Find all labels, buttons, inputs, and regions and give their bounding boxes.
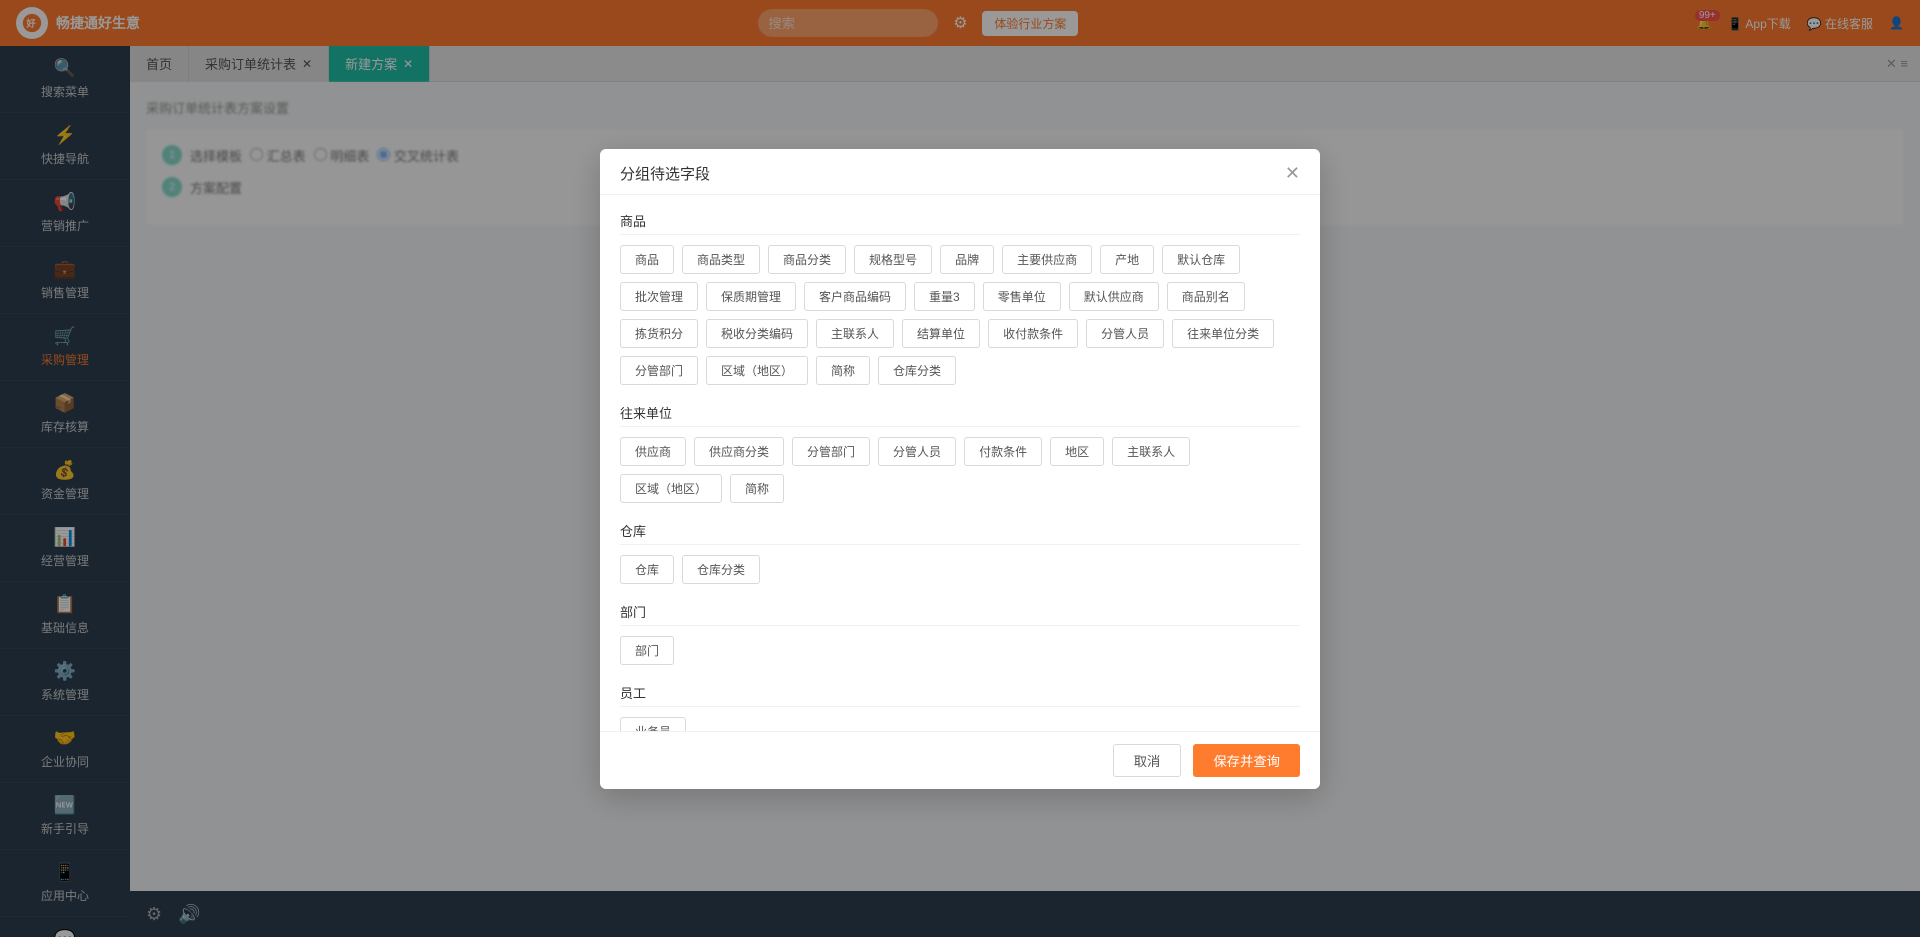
confirm-button[interactable]: 保存并查询 <box>1193 744 1300 777</box>
field-tag-0-1[interactable]: 商品类型 <box>682 245 760 274</box>
field-tags-0: 商品商品类型商品分类规格型号品牌主要供应商产地默认仓库批次管理保质期管理客户商品… <box>620 245 1300 385</box>
field-tag-0-5[interactable]: 主要供应商 <box>1002 245 1092 274</box>
modal-header: 分组待选字段 ✕ <box>600 149 1320 195</box>
field-select-modal: 分组待选字段 ✕ 商品商品商品类型商品分类规格型号品牌主要供应商产地默认仓库批次… <box>600 149 1320 789</box>
field-tag-0-4[interactable]: 品牌 <box>940 245 994 274</box>
section-title-1: 往来单位 <box>620 403 1300 427</box>
field-tag-0-0[interactable]: 商品 <box>620 245 674 274</box>
field-tag-1-3[interactable]: 分管人员 <box>878 437 956 466</box>
modal-footer: 取消 保存并查询 <box>600 731 1320 789</box>
section-title-3: 部门 <box>620 602 1300 626</box>
field-tag-3-0[interactable]: 部门 <box>620 636 674 665</box>
field-tag-1-8[interactable]: 简称 <box>730 474 784 503</box>
field-section-2: 仓库仓库仓库分类 <box>620 521 1300 584</box>
field-tag-0-15[interactable]: 拣货积分 <box>620 319 698 348</box>
field-section-3: 部门部门 <box>620 602 1300 665</box>
field-tag-0-13[interactable]: 默认供应商 <box>1069 282 1159 311</box>
field-tag-0-6[interactable]: 产地 <box>1100 245 1154 274</box>
field-tag-0-10[interactable]: 客户商品编码 <box>804 282 906 311</box>
field-tags-2: 仓库仓库分类 <box>620 555 1300 584</box>
field-tag-0-2[interactable]: 商品分类 <box>768 245 846 274</box>
field-tag-2-0[interactable]: 仓库 <box>620 555 674 584</box>
section-title-2: 仓库 <box>620 521 1300 545</box>
field-tags-3: 部门 <box>620 636 1300 665</box>
field-tag-0-24[interactable]: 简称 <box>816 356 870 385</box>
field-tag-0-9[interactable]: 保质期管理 <box>706 282 796 311</box>
section-title-4: 员工 <box>620 683 1300 707</box>
field-tag-0-16[interactable]: 税收分类编码 <box>706 319 808 348</box>
field-tag-0-8[interactable]: 批次管理 <box>620 282 698 311</box>
field-tag-1-2[interactable]: 分管部门 <box>792 437 870 466</box>
field-tag-1-5[interactable]: 地区 <box>1050 437 1104 466</box>
modal-title: 分组待选字段 <box>620 163 710 184</box>
field-tag-1-6[interactable]: 主联系人 <box>1112 437 1190 466</box>
field-tag-0-18[interactable]: 结算单位 <box>902 319 980 348</box>
field-tag-0-17[interactable]: 主联系人 <box>816 319 894 348</box>
field-tag-0-20[interactable]: 分管人员 <box>1086 319 1164 348</box>
modal-close-button[interactable]: ✕ <box>1285 163 1300 184</box>
field-section-0: 商品商品商品类型商品分类规格型号品牌主要供应商产地默认仓库批次管理保质期管理客户… <box>620 211 1300 385</box>
field-tag-0-11[interactable]: 重量3 <box>914 282 975 311</box>
field-tag-2-1[interactable]: 仓库分类 <box>682 555 760 584</box>
field-tag-0-3[interactable]: 规格型号 <box>854 245 932 274</box>
field-tag-0-12[interactable]: 零售单位 <box>983 282 1061 311</box>
field-tags-1: 供应商供应商分类分管部门分管人员付款条件地区主联系人区域（地区） 简称 <box>620 437 1300 503</box>
field-tag-0-7[interactable]: 默认仓库 <box>1162 245 1240 274</box>
field-tag-1-4[interactable]: 付款条件 <box>964 437 1042 466</box>
field-tag-0-23[interactable]: 区域（地区） <box>706 356 808 385</box>
field-section-4: 员工业务员 <box>620 683 1300 731</box>
field-tag-1-1[interactable]: 供应商分类 <box>694 437 784 466</box>
modal-body: 商品商品商品类型商品分类规格型号品牌主要供应商产地默认仓库批次管理保质期管理客户… <box>600 195 1320 731</box>
field-tag-0-22[interactable]: 分管部门 <box>620 356 698 385</box>
field-tag-0-21[interactable]: 往来单位分类 <box>1172 319 1274 348</box>
field-tags-4: 业务员 <box>620 717 1300 731</box>
field-tag-1-7[interactable]: 区域（地区） <box>620 474 722 503</box>
modal-overlay: 分组待选字段 ✕ 商品商品商品类型商品分类规格型号品牌主要供应商产地默认仓库批次… <box>0 0 1920 937</box>
section-title-0: 商品 <box>620 211 1300 235</box>
field-tag-4-0[interactable]: 业务员 <box>620 717 686 731</box>
field-tag-0-25[interactable]: 仓库分类 <box>878 356 956 385</box>
cancel-button[interactable]: 取消 <box>1113 744 1182 777</box>
field-section-1: 往来单位供应商供应商分类分管部门分管人员付款条件地区主联系人区域（地区） 简称 <box>620 403 1300 503</box>
field-tag-0-19[interactable]: 收付款条件 <box>988 319 1078 348</box>
field-tag-0-14[interactable]: 商品别名 <box>1167 282 1245 311</box>
field-tag-1-0[interactable]: 供应商 <box>620 437 686 466</box>
